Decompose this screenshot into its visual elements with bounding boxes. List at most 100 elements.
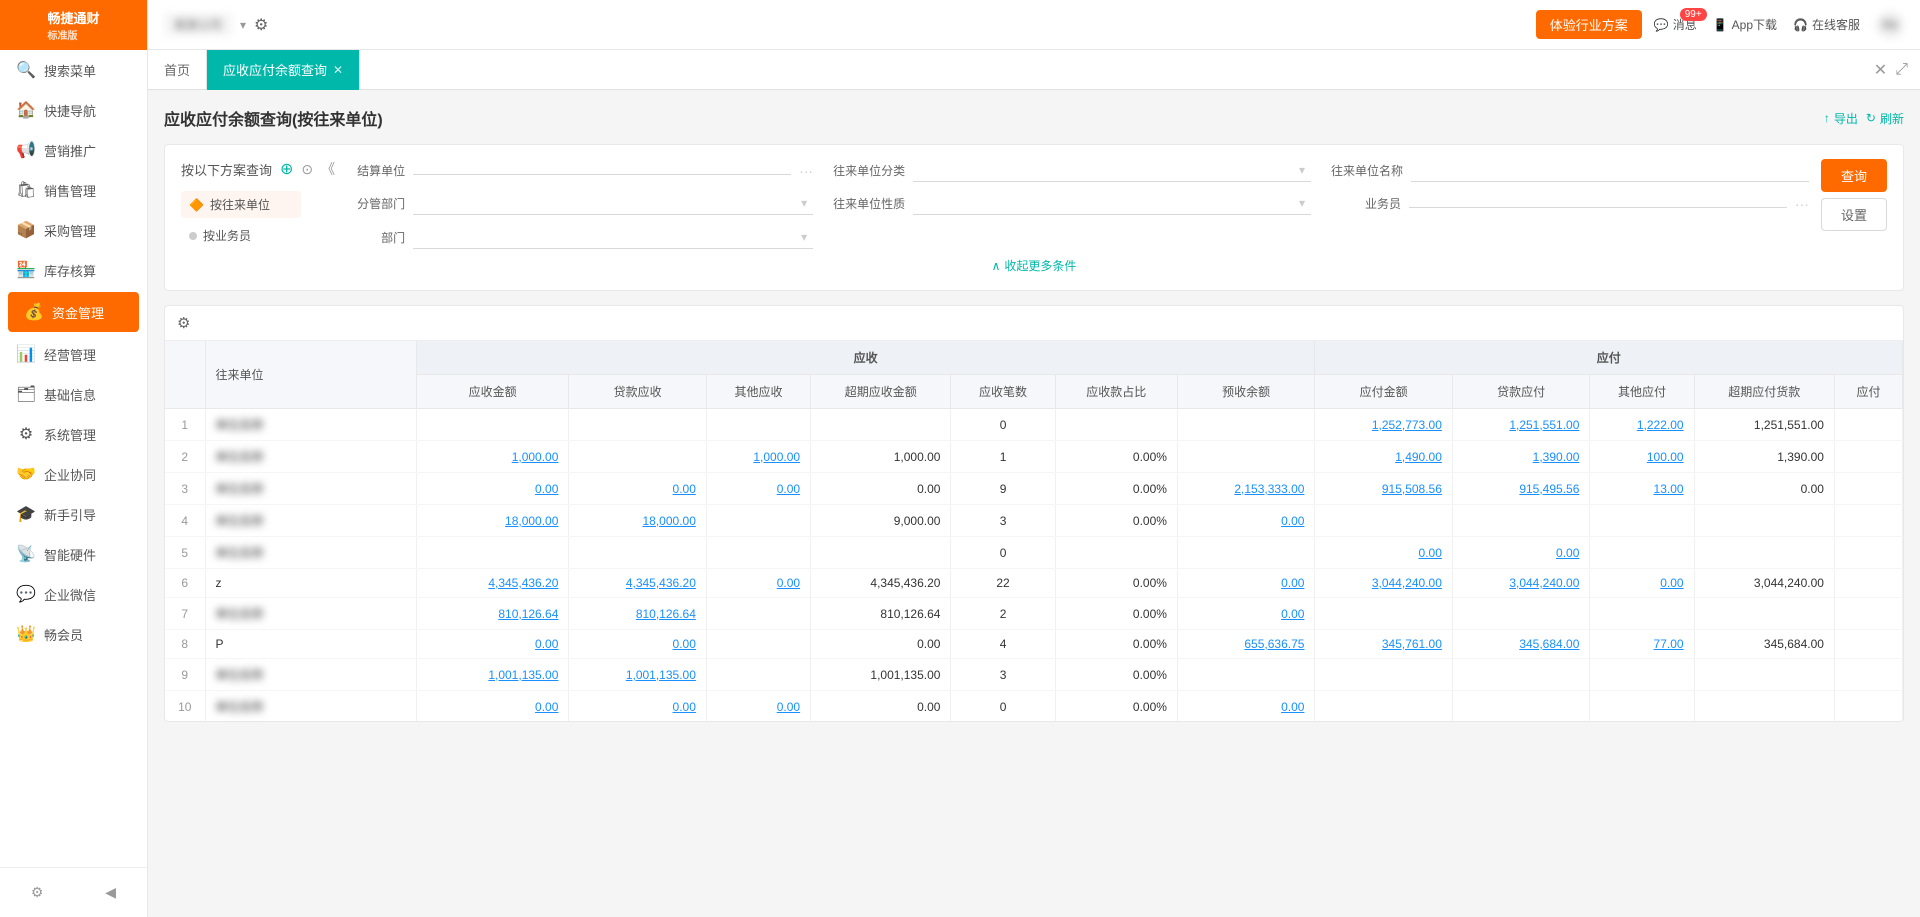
table-row: 7 单位名称 810,126.64 810,126.64 810,126.64 … <box>165 598 1903 630</box>
tab-close-icon[interactable]: ✕ <box>333 63 343 77</box>
row-5-yfje[interactable]: 0.00 <box>1419 546 1442 560</box>
promo-button[interactable]: 体验行业方案 <box>1536 10 1642 39</box>
sidebar-item-search[interactable]: 🔍 搜索菜单 <box>0 50 147 90</box>
row-2-yfje[interactable]: 1,490.00 <box>1395 450 1442 464</box>
app-download-button[interactable]: 📱 App下载 <box>1713 16 1777 33</box>
sidebar-item-purchase[interactable]: 📦 采购管理 <box>0 210 147 250</box>
field-select-wanglai-fenlei[interactable]: ▾ <box>913 159 1311 182</box>
sidebar-item-collab[interactable]: 🤝 企业协同 <box>0 454 147 494</box>
sidebar-item-member[interactable]: 👑 畅会员 <box>0 614 147 654</box>
export-button[interactable]: ↑ 导出 <box>1824 110 1858 127</box>
refresh-button[interactable]: ↻ 刷新 <box>1866 110 1904 127</box>
sidebar-item-sales[interactable]: 🛍 销售管理 <box>0 170 147 210</box>
row-3-ysyue[interactable]: 2,153,333.00 <box>1234 482 1304 496</box>
table-settings-icon[interactable]: ⚙ <box>177 314 190 332</box>
filter-collapse-bar[interactable]: ∧ 收起更多条件 <box>181 249 1887 276</box>
row-7-dkys[interactable]: 810,126.64 <box>636 607 696 621</box>
filter-add-icon[interactable]: ⊕ <box>280 159 293 179</box>
scheme-by-unit[interactable]: 🔶 按往来单位 <box>181 191 301 218</box>
tab-home[interactable]: 首页 <box>148 50 207 90</box>
sidebar-collapse-btn[interactable]: ◀ <box>97 876 124 909</box>
sidebar-item-marketing[interactable]: 📢 营销推广 <box>0 130 147 170</box>
row-5-dkyf[interactable]: 0.00 <box>1556 546 1579 560</box>
row-1-yfje[interactable]: 1,252,773.00 <box>1372 418 1442 432</box>
row-7-ysje[interactable]: 810,126.64 <box>498 607 558 621</box>
sidebar-item-finance[interactable]: 💰 资金管理 <box>8 292 139 332</box>
field-dots-salesman[interactable]: ··· <box>1795 196 1809 212</box>
field-dots-jiesuan[interactable]: ··· <box>799 163 813 179</box>
filter-collapse-icon[interactable]: 《 <box>321 159 335 179</box>
row-4-qtyf <box>1590 505 1694 537</box>
sidebar-item-quicknav[interactable]: 🏠 快捷导航 <box>0 90 147 130</box>
tab-expand-icon[interactable]: ⤢ <box>1895 61 1908 79</box>
field-input-wanglai-name[interactable] <box>1411 159 1809 182</box>
row-4-ysyue[interactable]: 0.00 <box>1281 514 1304 528</box>
sidebar-item-inventory[interactable]: 🏪 库存核算 <box>0 250 147 290</box>
row-6-ysyue[interactable]: 0.00 <box>1281 576 1304 590</box>
row-9-ysje[interactable]: 1,001,135.00 <box>488 668 558 682</box>
collab-icon: 🤝 <box>16 464 36 484</box>
row-3-num: 3 <box>165 473 205 505</box>
row-10-ysyue[interactable]: 0.00 <box>1281 700 1304 714</box>
header-gear-icon[interactable]: ⚙ <box>254 15 268 35</box>
field-select-fenguan[interactable]: ▾ <box>413 192 813 215</box>
row-4-dkyf <box>1452 505 1589 537</box>
field-select-wanglai-nature[interactable]: ▾ <box>913 192 1311 215</box>
row-6-dkys[interactable]: 4,345,436.20 <box>626 576 696 590</box>
table-scroll[interactable]: 往来单位 应收 应付 应收金额 贷款应收 其他应收 超期应收金额 应收笔数 应收… <box>165 341 1903 721</box>
row-10-dkys[interactable]: 0.00 <box>673 700 696 714</box>
row-9-dkys[interactable]: 1,001,135.00 <box>626 668 696 682</box>
sidebar-item-hardware[interactable]: 📡 智能硬件 <box>0 534 147 574</box>
sidebar-item-operations[interactable]: 📊 经营管理 <box>0 334 147 374</box>
row-8-ysyue[interactable]: 655,636.75 <box>1244 637 1304 651</box>
row-2-qtyf[interactable]: 100.00 <box>1647 450 1684 464</box>
tab-close-window-icon[interactable]: ✕ <box>1874 60 1887 80</box>
row-6-qtys[interactable]: 0.00 <box>777 576 800 590</box>
scheme-by-staff[interactable]: 按业务员 <box>181 222 301 249</box>
row-6-qtyf[interactable]: 0.00 <box>1660 576 1683 590</box>
sidebar-item-weixin[interactable]: 💬 企业微信 <box>0 574 147 614</box>
row-2-qtys[interactable]: 1,000.00 <box>753 450 800 464</box>
sidebar-item-guide[interactable]: 🎓 新手引导 <box>0 494 147 534</box>
row-7-ysyue[interactable]: 0.00 <box>1281 607 1304 621</box>
row-1-qtyf[interactable]: 1,222.00 <box>1637 418 1684 432</box>
sidebar-item-basic[interactable]: 🗂 基础信息 <box>0 374 147 414</box>
filter-settings-icon[interactable]: ⊙ <box>301 161 313 178</box>
row-2-ysje[interactable]: 1,000.00 <box>512 450 559 464</box>
field-input-jiesuan[interactable] <box>413 166 791 175</box>
row-10-ysje[interactable]: 0.00 <box>535 700 558 714</box>
field-input-salesman[interactable] <box>1409 199 1787 208</box>
row-10-cqysje: 0.00 <box>811 691 951 722</box>
row-8-yfje[interactable]: 345,761.00 <box>1382 637 1442 651</box>
row-4-ysje[interactable]: 18,000.00 <box>505 514 558 528</box>
row-10-qtys[interactable]: 0.00 <box>777 700 800 714</box>
row-1-dkyf[interactable]: 1,251,551.00 <box>1509 418 1579 432</box>
chevron-down-icon-2: ▾ <box>801 196 807 210</box>
online-service-button[interactable]: 🎧 在线客服 <box>1793 16 1860 33</box>
query-button[interactable]: 查询 <box>1821 159 1887 192</box>
sidebar-item-system[interactable]: ⚙ 系统管理 <box>0 414 147 454</box>
sidebar-settings-btn[interactable]: ⚙ <box>23 876 52 909</box>
row-2-dkyf[interactable]: 1,390.00 <box>1533 450 1580 464</box>
row-8-dkyf[interactable]: 345,684.00 <box>1519 637 1579 651</box>
table-row: 10 单位名称 0.00 0.00 0.00 0.00 0 0.00% 0.00 <box>165 691 1903 722</box>
row-6-yfje[interactable]: 3,044,240.00 <box>1372 576 1442 590</box>
settings-button[interactable]: 设置 <box>1821 198 1887 231</box>
tab-arquery[interactable]: 应收应付余额查询 ✕ <box>207 50 360 90</box>
row-6-dkyf[interactable]: 3,044,240.00 <box>1509 576 1579 590</box>
row-3-qtys[interactable]: 0.00 <box>777 482 800 496</box>
field-select-dept[interactable]: ▾ <box>413 226 813 249</box>
row-8-ysje[interactable]: 0.00 <box>535 637 558 651</box>
row-6-ysje[interactable]: 4,345,436.20 <box>488 576 558 590</box>
row-4-dkys[interactable]: 18,000.00 <box>643 514 696 528</box>
row-8-dkys[interactable]: 0.00 <box>673 637 696 651</box>
user-avatar[interactable]: Rit <box>1876 11 1904 39</box>
row-8-qtyf[interactable]: 77.00 <box>1654 637 1684 651</box>
row-3-dkys[interactable]: 0.00 <box>673 482 696 496</box>
breadcrumb-chevron[interactable]: ▾ <box>240 18 246 32</box>
messages-button[interactable]: 💬 消息 99+ <box>1654 16 1697 33</box>
row-3-yfje[interactable]: 915,508.56 <box>1382 482 1442 496</box>
row-3-ysje[interactable]: 0.00 <box>535 482 558 496</box>
row-3-qtyf[interactable]: 13.00 <box>1654 482 1684 496</box>
row-3-dkyf[interactable]: 915,495.56 <box>1519 482 1579 496</box>
